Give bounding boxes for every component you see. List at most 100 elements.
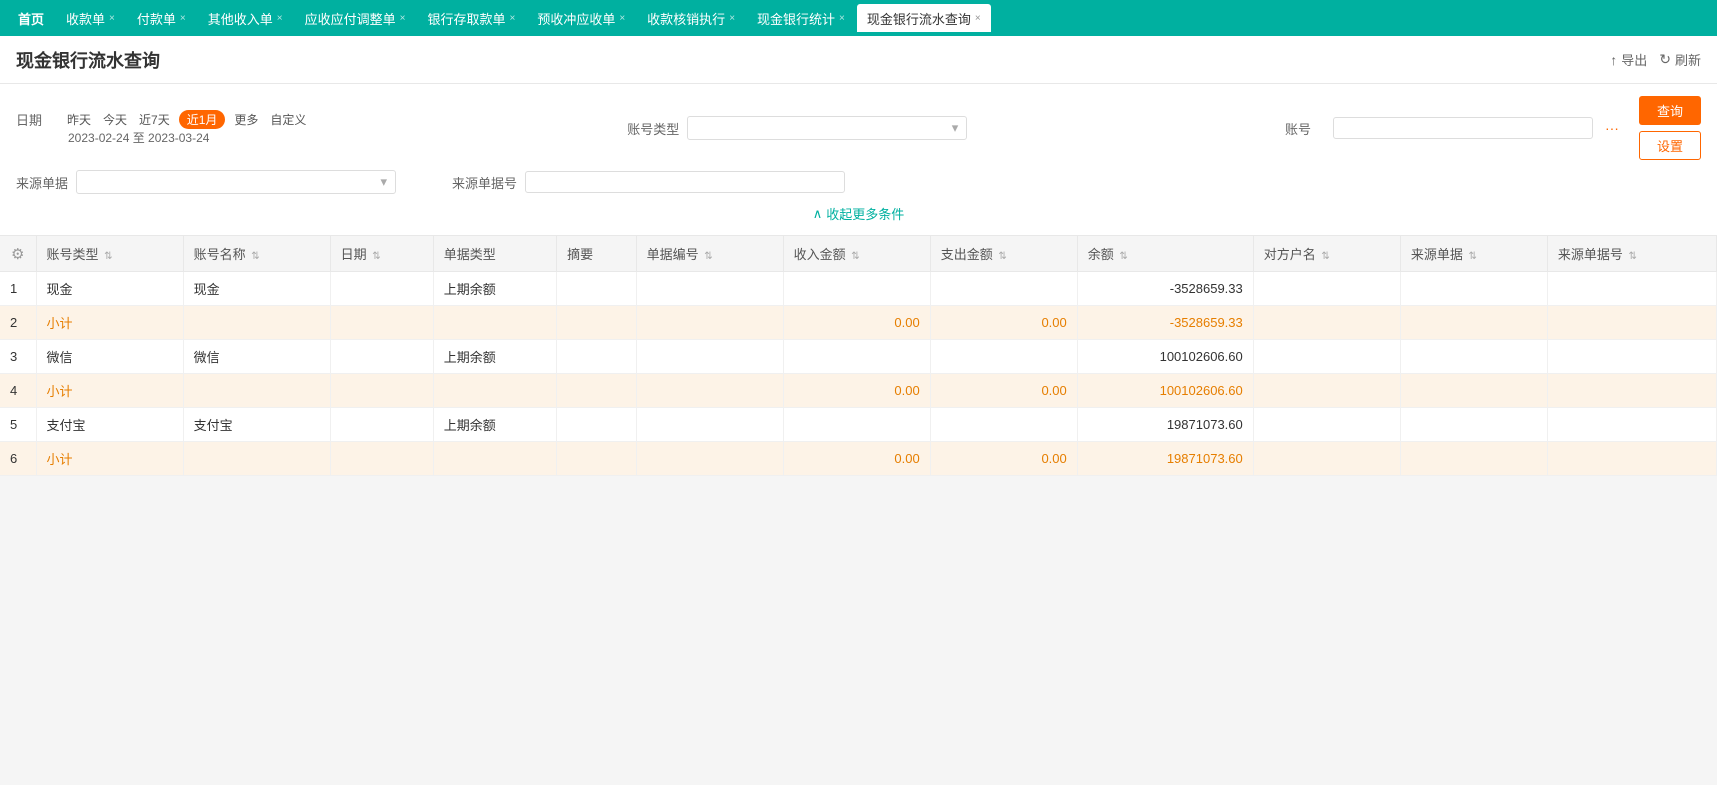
cell-balance: 100102606.60	[1077, 374, 1253, 408]
cell-expense	[930, 272, 1077, 306]
nav-tab-6[interactable]: 预收冲应收单 ×	[527, 4, 635, 32]
close-icon[interactable]: ×	[509, 13, 515, 24]
nav-tab-4[interactable]: 应收应付调整单 ×	[295, 4, 416, 32]
cell-doc_type	[433, 442, 556, 476]
col-settings[interactable]: ⚙	[0, 236, 36, 272]
sort-icon: ⇅	[704, 251, 712, 262]
cell-balance: 19871073.60	[1077, 442, 1253, 476]
date-label: 日期	[16, 110, 56, 129]
query-button[interactable]: 查询	[1639, 96, 1701, 125]
col-balance[interactable]: 余额 ⇅	[1077, 236, 1253, 272]
cell-account_type: 微信	[36, 340, 183, 374]
source-doc-label: 来源单据	[16, 173, 68, 192]
sort-icon: ⇅	[1629, 251, 1637, 262]
cell-date	[330, 374, 433, 408]
col-summary[interactable]: 摘要	[557, 236, 636, 272]
gear-icon[interactable]: ⚙	[11, 246, 24, 263]
date-btn-1month[interactable]: 近1月	[179, 110, 226, 129]
cell-income: 0.00	[783, 306, 930, 340]
cell-date	[330, 272, 433, 306]
cell-source_doc	[1400, 340, 1547, 374]
close-icon[interactable]: ×	[975, 13, 981, 24]
cell-source_doc_no	[1547, 442, 1716, 476]
cell-balance: 100102606.60	[1077, 340, 1253, 374]
account-input[interactable]	[1333, 117, 1593, 139]
cell-expense	[930, 340, 1077, 374]
close-icon[interactable]: ×	[839, 13, 845, 24]
col-doc-type[interactable]: 单据类型	[433, 236, 556, 272]
cell-account_name	[183, 374, 330, 408]
close-icon[interactable]: ×	[400, 13, 406, 24]
table-body: 1现金现金上期余额-3528659.332小计0.000.00-3528659.…	[0, 272, 1717, 476]
top-nav: 首页 收款单 × 付款单 × 其他收入单 × 应收应付调整单 × 银行存取款单 …	[0, 0, 1717, 36]
cell-source_doc_no	[1547, 272, 1716, 306]
cell-counterpart	[1253, 340, 1400, 374]
col-doc-no[interactable]: 单据编号 ⇅	[636, 236, 783, 272]
chevron-down-icon-2: ▾	[380, 174, 387, 190]
col-income[interactable]: 收入金额 ⇅	[783, 236, 930, 272]
cell-doc_type: 上期余额	[433, 340, 556, 374]
col-source-doc[interactable]: 来源单据 ⇅	[1400, 236, 1547, 272]
source-doc-select[interactable]: ▾	[76, 170, 396, 194]
col-counterpart[interactable]: 对方户名 ⇅	[1253, 236, 1400, 272]
cell-counterpart	[1253, 272, 1400, 306]
collapse-bar[interactable]: ∧ 收起更多条件	[16, 204, 1701, 223]
col-label: 支出金额	[941, 247, 993, 262]
col-date[interactable]: 日期 ⇅	[330, 236, 433, 272]
cell-source_doc_no	[1547, 408, 1716, 442]
source-doc-no-input[interactable]	[525, 171, 845, 193]
collapse-icon: ∧	[813, 206, 823, 222]
cell-doc_no	[636, 306, 783, 340]
close-icon[interactable]: ×	[277, 13, 283, 24]
nav-tab-5[interactable]: 银行存取款单 ×	[417, 4, 525, 32]
cell-account_name: 现金	[183, 272, 330, 306]
nav-home[interactable]: 首页	[8, 4, 54, 32]
date-range-display: 2023-02-24 至 2023-03-24	[68, 129, 309, 146]
ellipsis-button[interactable]: ···	[1601, 120, 1623, 136]
nav-tab-1[interactable]: 收款单 ×	[56, 4, 125, 32]
nav-tab-9[interactable]: 现金银行流水查询 ×	[857, 4, 991, 32]
cell-account_type: 现金	[36, 272, 183, 306]
close-icon[interactable]: ×	[109, 13, 115, 24]
export-button[interactable]: ↑ 导出	[1610, 50, 1647, 69]
nav-tab-7[interactable]: 收款核销执行 ×	[637, 4, 745, 32]
close-icon[interactable]: ×	[619, 13, 625, 24]
cell-no: 4	[0, 374, 36, 408]
close-icon[interactable]: ×	[729, 13, 735, 24]
cell-summary	[557, 306, 636, 340]
cell-source_doc_no	[1547, 340, 1716, 374]
page-title: 现金银行流水查询	[16, 47, 160, 73]
cell-source_doc	[1400, 272, 1547, 306]
cell-doc_type: 上期余额	[433, 272, 556, 306]
nav-tab-3[interactable]: 其他收入单 ×	[198, 4, 293, 32]
cell-source_doc	[1400, 442, 1547, 476]
cell-account_name: 微信	[183, 340, 330, 374]
date-btn-yesterday[interactable]: 昨天	[64, 110, 94, 129]
col-account-type[interactable]: 账号类型 ⇅	[36, 236, 183, 272]
date-btn-today[interactable]: 今天	[100, 110, 130, 129]
date-btn-7days[interactable]: 近7天	[136, 110, 173, 129]
table-header-row: ⚙ 账号类型 ⇅ 账号名称 ⇅ 日期 ⇅ 单据类型 摘要	[0, 236, 1717, 272]
date-filter: 日期 昨天 今天 近7天 近1月 更多 自定义 2023-02-24 至 202…	[16, 110, 309, 146]
close-icon[interactable]: ×	[180, 13, 186, 24]
cell-date	[330, 340, 433, 374]
right-buttons: 查询 设置	[1639, 96, 1701, 160]
col-account-name[interactable]: 账号名称 ⇅	[183, 236, 330, 272]
nav-tab-8[interactable]: 现金银行统计 ×	[747, 4, 855, 32]
col-expense[interactable]: 支出金额 ⇅	[930, 236, 1077, 272]
table-row: 6小计0.000.0019871073.60	[0, 442, 1717, 476]
source-doc-no-label: 来源单据号	[452, 173, 517, 192]
date-btn-more[interactable]: 更多	[231, 110, 261, 129]
account-type-select[interactable]: ▾	[687, 116, 967, 140]
col-label: 日期	[341, 247, 367, 262]
refresh-button[interactable]: ↻ 刷新	[1659, 50, 1701, 69]
date-btn-custom[interactable]: 自定义	[267, 110, 309, 129]
cell-summary	[557, 442, 636, 476]
header-actions: ↑ 导出 ↻ 刷新	[1610, 50, 1701, 69]
cell-doc_no	[636, 408, 783, 442]
chevron-down-icon: ▾	[952, 120, 959, 136]
nav-tab-2[interactable]: 付款单 ×	[127, 4, 196, 32]
col-label: 来源单据	[1411, 247, 1463, 262]
col-source-doc-no[interactable]: 来源单据号 ⇅	[1547, 236, 1716, 272]
settings-button[interactable]: 设置	[1639, 131, 1701, 160]
